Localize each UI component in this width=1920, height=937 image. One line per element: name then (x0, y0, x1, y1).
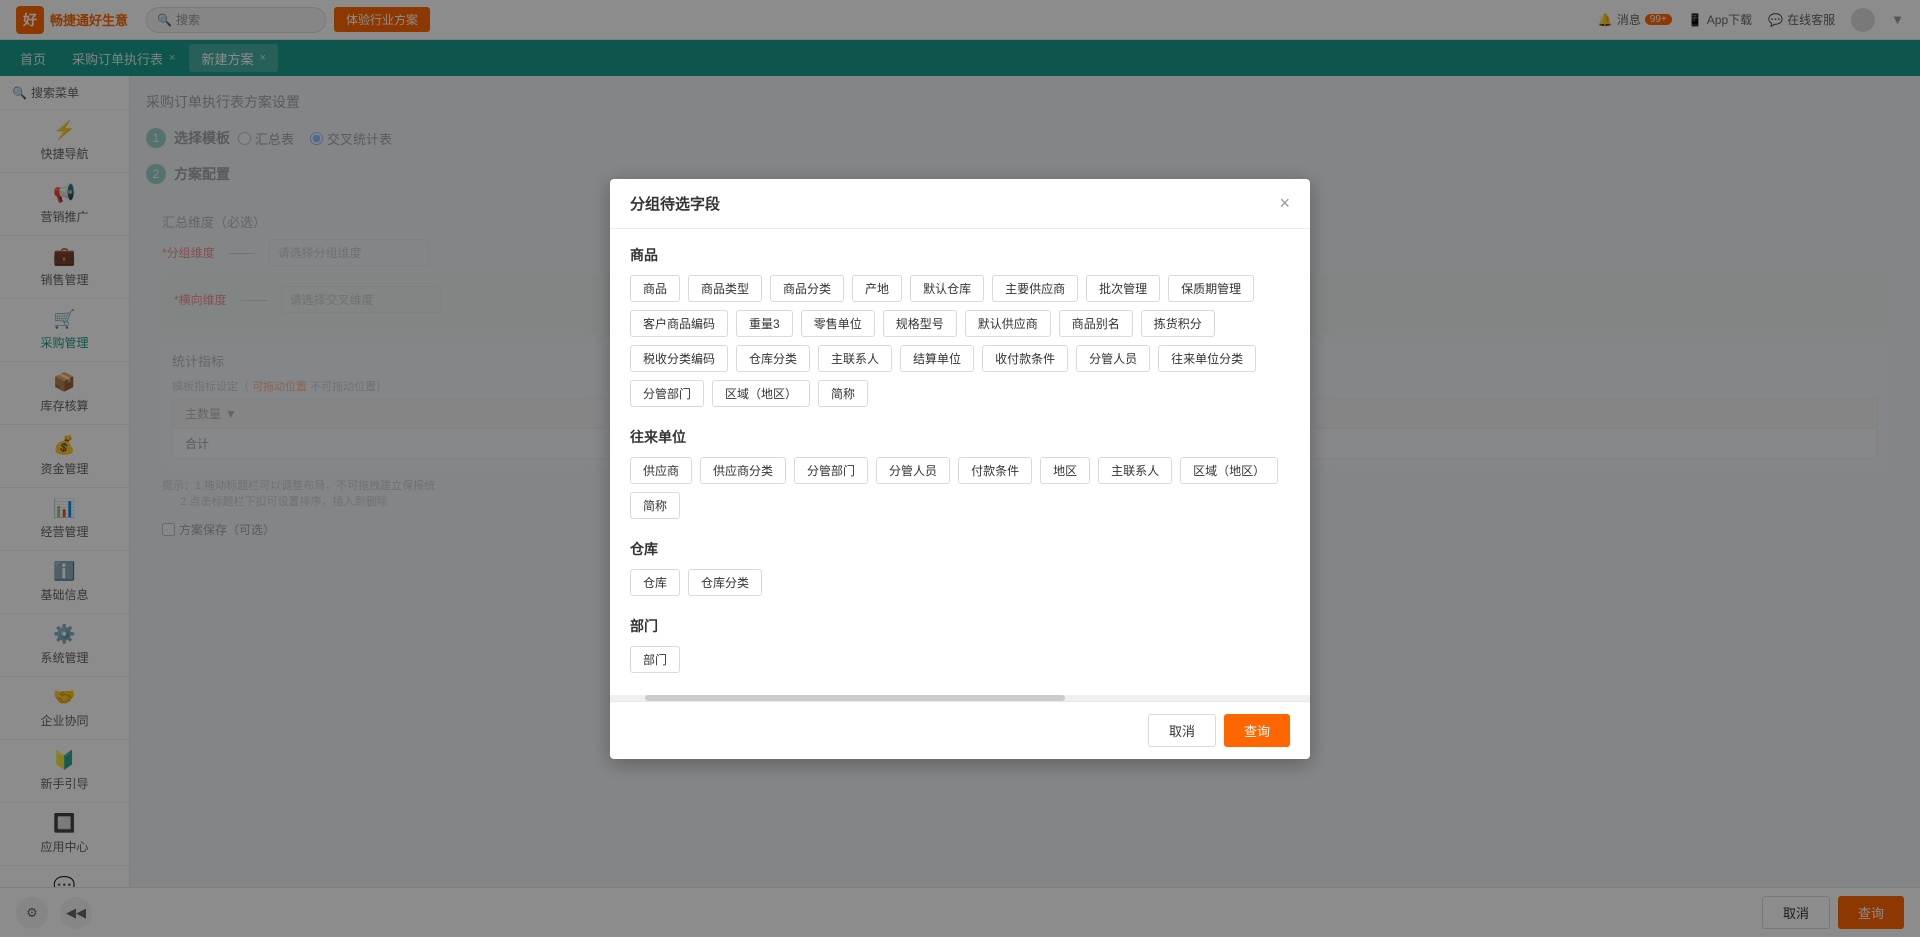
field-tag[interactable]: 默认仓库 (910, 275, 984, 302)
field-tag[interactable]: 结算单位 (900, 345, 974, 372)
modal-footer: 取消 查询 (610, 701, 1310, 759)
field-tag[interactable]: 简称 (818, 380, 868, 407)
field-group-warehouse: 仓库 仓库 仓库分类 (630, 539, 1290, 596)
field-group-warehouse-title: 仓库 (630, 539, 1290, 559)
field-tag[interactable]: 地区 (1040, 457, 1090, 484)
field-tag[interactable]: 供应商 (630, 457, 692, 484)
field-tag[interactable]: 税收分类编码 (630, 345, 728, 372)
field-tag[interactable]: 主联系人 (1098, 457, 1172, 484)
field-tag[interactable]: 产地 (852, 275, 902, 302)
modal-title: 分组待选字段 (630, 193, 720, 214)
field-group-partner-title: 往来单位 (630, 427, 1290, 447)
field-group-dept-title: 部门 (630, 616, 1290, 636)
field-select-modal: 分组待选字段 × 商品 商品 商品类型 商品分类 产地 默认仓库 主要供应商 批… (610, 179, 1310, 759)
field-tag[interactable]: 分管人员 (1076, 345, 1150, 372)
field-tag[interactable]: 往来单位分类 (1158, 345, 1256, 372)
field-tags-warehouse: 仓库 仓库分类 (630, 569, 1290, 596)
field-tag[interactable]: 分管人员 (876, 457, 950, 484)
cancel-button[interactable]: 取消 (1148, 714, 1216, 747)
field-tag[interactable]: 仓库分类 (688, 569, 762, 596)
field-tag[interactable]: 供应商分类 (700, 457, 786, 484)
field-tag[interactable]: 商品 (630, 275, 680, 302)
field-tags-goods: 商品 商品类型 商品分类 产地 默认仓库 主要供应商 批次管理 保质期管理 客户… (630, 275, 1290, 407)
field-group-goods-title: 商品 (630, 245, 1290, 265)
field-group-goods: 商品 商品 商品类型 商品分类 产地 默认仓库 主要供应商 批次管理 保质期管理… (630, 245, 1290, 407)
confirm-button[interactable]: 查询 (1224, 714, 1290, 747)
field-tag[interactable]: 拣货积分 (1141, 310, 1215, 337)
field-tags-dept: 部门 (630, 646, 1290, 673)
field-tag[interactable]: 简称 (630, 492, 680, 519)
field-tag[interactable]: 区域（地区） (1180, 457, 1278, 484)
field-tag[interactable]: 仓库分类 (736, 345, 810, 372)
modal-body: 商品 商品 商品类型 商品分类 产地 默认仓库 主要供应商 批次管理 保质期管理… (610, 229, 1310, 695)
field-group-partner: 往来单位 供应商 供应商分类 分管部门 分管人员 付款条件 地区 主联系人 区域… (630, 427, 1290, 519)
field-tag[interactable]: 主联系人 (818, 345, 892, 372)
field-tag[interactable]: 重量3 (736, 310, 793, 337)
field-tags-partner: 供应商 供应商分类 分管部门 分管人员 付款条件 地区 主联系人 区域（地区） … (630, 457, 1290, 519)
modal-close-button[interactable]: × (1279, 193, 1290, 214)
field-tag[interactable]: 默认供应商 (965, 310, 1051, 337)
modal-header: 分组待选字段 × (610, 179, 1310, 229)
field-group-dept: 部门 部门 (630, 616, 1290, 673)
field-tag[interactable]: 付款条件 (958, 457, 1032, 484)
field-tag[interactable]: 批次管理 (1086, 275, 1160, 302)
field-tag[interactable]: 分管部门 (794, 457, 868, 484)
field-tag[interactable]: 主要供应商 (992, 275, 1078, 302)
field-tag[interactable]: 保质期管理 (1168, 275, 1254, 302)
field-tag[interactable]: 仓库 (630, 569, 680, 596)
field-tag[interactable]: 收付款条件 (982, 345, 1068, 372)
field-tag[interactable]: 商品类型 (688, 275, 762, 302)
field-tag[interactable]: 部门 (630, 646, 680, 673)
field-tag[interactable]: 分管部门 (630, 380, 704, 407)
field-tag[interactable]: 客户商品编码 (630, 310, 728, 337)
modal-overlay: 分组待选字段 × 商品 商品 商品类型 商品分类 产地 默认仓库 主要供应商 批… (0, 0, 1920, 937)
field-tag[interactable]: 商品别名 (1059, 310, 1133, 337)
field-tag[interactable]: 商品分类 (770, 275, 844, 302)
field-tag[interactable]: 规格型号 (883, 310, 957, 337)
field-tag[interactable]: 区域（地区） (712, 380, 810, 407)
field-tag[interactable]: 零售单位 (801, 310, 875, 337)
